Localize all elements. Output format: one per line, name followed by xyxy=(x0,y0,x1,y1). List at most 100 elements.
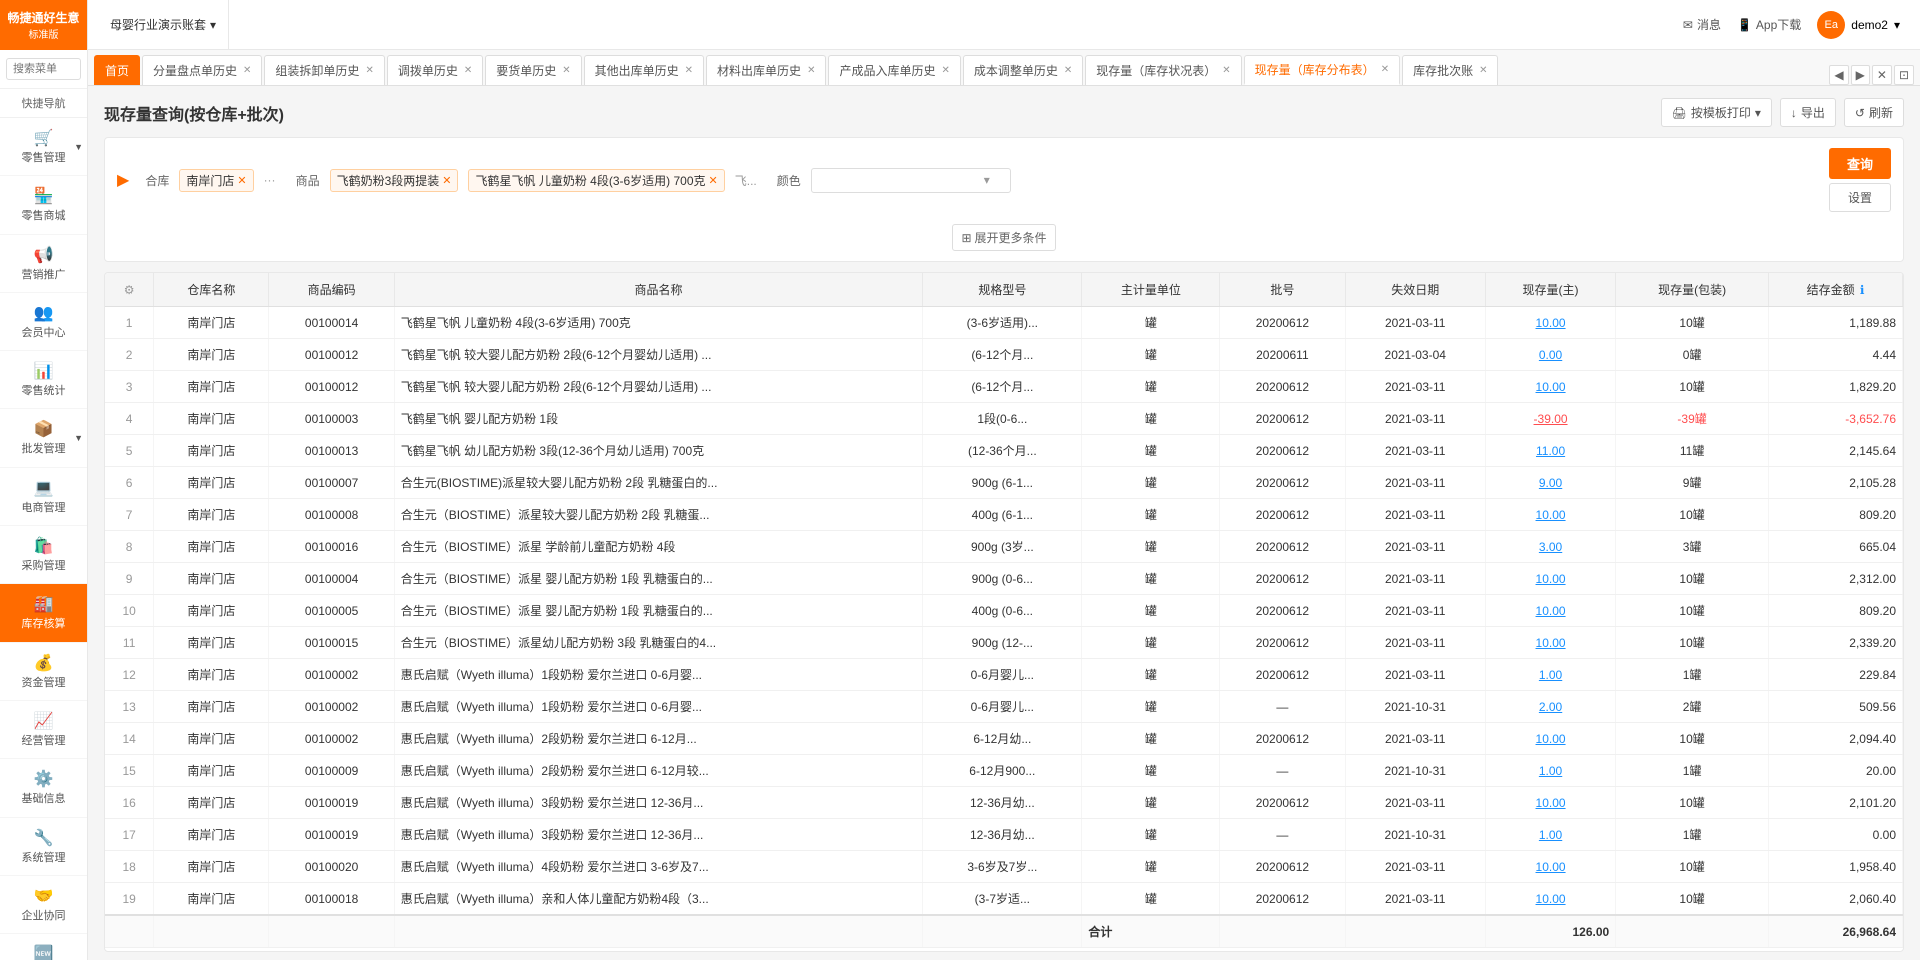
sidebar-item-purchase[interactable]: 🛍️ 采购管理 xyxy=(0,526,87,584)
cell-spec: 12-36月幼... xyxy=(923,819,1082,851)
app-download-btn[interactable]: 📱 App下载 xyxy=(1737,16,1801,33)
tab-close-other-out[interactable]: ✕ xyxy=(685,65,693,76)
tab-close-inventory-status[interactable]: ✕ xyxy=(1222,65,1230,76)
table-row: 13 南岸门店 00100002 惠氏启赋（Wyeth illuma）1段奶粉 … xyxy=(105,691,1903,723)
tab-close-mix[interactable]: ✕ xyxy=(464,65,472,76)
tab-close-disassembly[interactable]: ✕ xyxy=(365,65,373,76)
cell-qty[interactable]: 10.00 xyxy=(1485,499,1615,531)
cell-qty[interactable]: 11.00 xyxy=(1485,435,1615,467)
sidebar-item-marketing[interactable]: 📢 营销推广 xyxy=(0,235,87,293)
tab-cost-adjust[interactable]: 成本调整单历史 ✕ xyxy=(963,55,1083,85)
tab-close-product-in[interactable]: ✕ xyxy=(941,65,949,76)
cell-qty[interactable]: 10.00 xyxy=(1485,563,1615,595)
cell-qty[interactable]: 10.00 xyxy=(1485,627,1615,659)
th-settings[interactable]: ⚙ xyxy=(105,273,154,307)
tab-close-inventory-dist[interactable]: ✕ xyxy=(1381,64,1389,75)
tab-close-cost-adjust[interactable]: ✕ xyxy=(1064,65,1072,76)
print-button[interactable]: 🖨 按模板打印 ▾ xyxy=(1661,98,1772,127)
tab-split-inventory[interactable]: 分量盘点单历史 ✕ xyxy=(142,55,262,85)
cell-warehouse: 南岸门店 xyxy=(154,659,269,691)
tab-close-requisition[interactable]: ✕ xyxy=(562,65,570,76)
amount-info-icon[interactable]: ℹ xyxy=(1860,283,1865,297)
cell-qty[interactable]: 10.00 xyxy=(1485,883,1615,916)
cell-qty[interactable]: 10.00 xyxy=(1485,851,1615,883)
message-btn[interactable]: ✉ 消息 xyxy=(1683,16,1721,33)
data-table-wrap: ⚙ 仓库名称 商品编码 商品名称 规格型号 主计量单位 批号 失效日期 现存量(… xyxy=(104,272,1904,952)
cell-amount: 2,339.20 xyxy=(1769,627,1903,659)
tab-close-all[interactable]: ✕ xyxy=(1872,65,1892,85)
tab-home[interactable]: 首页 xyxy=(94,55,140,85)
setting-button[interactable]: 设置 xyxy=(1829,183,1891,212)
tab-close-material-out[interactable]: ✕ xyxy=(807,65,815,76)
goods-tag-2-remove[interactable]: ✕ xyxy=(709,174,718,187)
refresh-button[interactable]: ↺ 刷新 xyxy=(1844,98,1904,127)
cell-qty[interactable]: 0.00 xyxy=(1485,339,1615,371)
sidebar-item-system[interactable]: 🔧 系统管理 xyxy=(0,818,87,876)
search-input[interactable] xyxy=(6,58,81,80)
cell-warehouse: 南岸门店 xyxy=(154,371,269,403)
sidebar-item-wholesale[interactable]: 📦 批发管理 ▼ xyxy=(0,409,87,467)
cell-qty[interactable]: 2.00 xyxy=(1485,691,1615,723)
sidebar-item-finance[interactable]: 💰 资金管理 xyxy=(0,643,87,701)
goods-more[interactable]: 飞... xyxy=(735,172,757,189)
tab-prev-arrow[interactable]: ◀ xyxy=(1829,65,1848,85)
cell-qty[interactable]: 3.00 xyxy=(1485,531,1615,563)
query-button[interactable]: 查询 xyxy=(1829,148,1891,179)
cell-expire: 2021-10-31 xyxy=(1345,755,1485,787)
tab-material-out[interactable]: 材料出库单历史 ✕ xyxy=(706,55,826,85)
account-dropdown[interactable]: 母婴行业演示账套 ▾ xyxy=(98,0,229,50)
cell-qty[interactable]: 1.00 xyxy=(1485,819,1615,851)
tab-close-split-inventory[interactable]: ✕ xyxy=(243,65,251,76)
cell-qty[interactable]: 10.00 xyxy=(1485,371,1615,403)
table-row: 14 南岸门店 00100002 惠氏启赋（Wyeth illuma）2段奶粉 … xyxy=(105,723,1903,755)
export-button[interactable]: ↓ 导出 xyxy=(1780,98,1836,127)
expand-more-btn[interactable]: ⊞ 展开更多条件 xyxy=(952,224,1055,251)
cell-qty[interactable]: 1.00 xyxy=(1485,659,1615,691)
tab-requisition[interactable]: 要货单历史 ✕ xyxy=(485,55,581,85)
tab-disassembly[interactable]: 组装拆卸单历史 ✕ xyxy=(264,55,384,85)
th-name: 商品名称 xyxy=(394,273,922,307)
sidebar-item-ecommerce[interactable]: 💻 电商管理 xyxy=(0,468,87,526)
sidebar-item-inventory[interactable]: 🏭 库存核算 xyxy=(0,584,87,642)
cell-qty[interactable]: -39.00 xyxy=(1485,403,1615,435)
tab-inventory-status[interactable]: 现存量（库存状况表） ✕ xyxy=(1085,55,1241,85)
cell-expire: 2021-03-11 xyxy=(1345,435,1485,467)
settings-icon[interactable]: ⚙ xyxy=(124,283,135,297)
avatar: Ea xyxy=(1817,11,1845,39)
cell-qty[interactable]: 10.00 xyxy=(1485,723,1615,755)
cell-qty[interactable]: 10.00 xyxy=(1485,787,1615,819)
quick-nav[interactable]: 快捷导航 xyxy=(0,89,87,118)
cell-amount: 229.84 xyxy=(1769,659,1903,691)
cell-code: 00100018 xyxy=(269,883,394,916)
tab-inventory-dist[interactable]: 现存量（库存分布表） ✕ xyxy=(1244,55,1400,85)
cell-qty[interactable]: 10.00 xyxy=(1485,307,1615,339)
sidebar-item-basics[interactable]: ⚙️ 基础信息 xyxy=(0,759,87,817)
user-menu[interactable]: Ea demo2 ▾ xyxy=(1817,11,1900,39)
warehouse-tag-remove[interactable]: ✕ xyxy=(237,174,246,187)
tab-close-batch-account[interactable]: ✕ xyxy=(1479,65,1487,76)
cell-qty[interactable]: 1.00 xyxy=(1485,755,1615,787)
filter-right-buttons: 查询 设置 xyxy=(1829,148,1891,212)
sidebar-item-retail-stat[interactable]: 📊 零售统计 xyxy=(0,351,87,409)
tab-batch-account[interactable]: 库存批次账 ✕ xyxy=(1402,55,1498,85)
sidebar-item-member[interactable]: 👥 会员中心 xyxy=(0,293,87,351)
sidebar-item-retail-mgmt[interactable]: 🛒 零售管理 ▼ xyxy=(0,118,87,176)
tab-expand[interactable]: ⊡ xyxy=(1894,65,1914,85)
sidebar-item-newguide[interactable]: 🆕 新手引导 xyxy=(0,934,87,960)
sidebar-item-operations[interactable]: 📈 经营管理 xyxy=(0,701,87,759)
cell-qty[interactable]: 10.00 xyxy=(1485,595,1615,627)
sidebar-item-corp[interactable]: 🤝 企业协同 xyxy=(0,876,87,934)
sidebar-item-retail-shop[interactable]: 🏪 零售商城 xyxy=(0,176,87,234)
tab-next-arrow[interactable]: ▶ xyxy=(1851,65,1870,85)
filter-area: ▶ 合库 南岸门店 ✕ ··· 商品 飞鹤奶粉3段两提装 ✕ 飞鹤星飞帆 儿童奶… xyxy=(104,137,1904,262)
tab-mix[interactable]: 调拨单历史 ✕ xyxy=(387,55,483,85)
color-select[interactable]: ▾ xyxy=(811,168,1011,193)
tab-other-out[interactable]: 其他出库单历史 ✕ xyxy=(584,55,704,85)
cell-batch: 20200612 xyxy=(1220,371,1345,403)
cell-unit: 罐 xyxy=(1082,819,1220,851)
goods-tag-1-remove[interactable]: ✕ xyxy=(442,174,451,187)
tab-product-in[interactable]: 产成品入库单历史 ✕ xyxy=(828,55,960,85)
filter-expand-arrow[interactable]: ▶ xyxy=(117,170,129,190)
warehouse-more[interactable]: ··· xyxy=(264,173,276,187)
cell-qty[interactable]: 9.00 xyxy=(1485,467,1615,499)
